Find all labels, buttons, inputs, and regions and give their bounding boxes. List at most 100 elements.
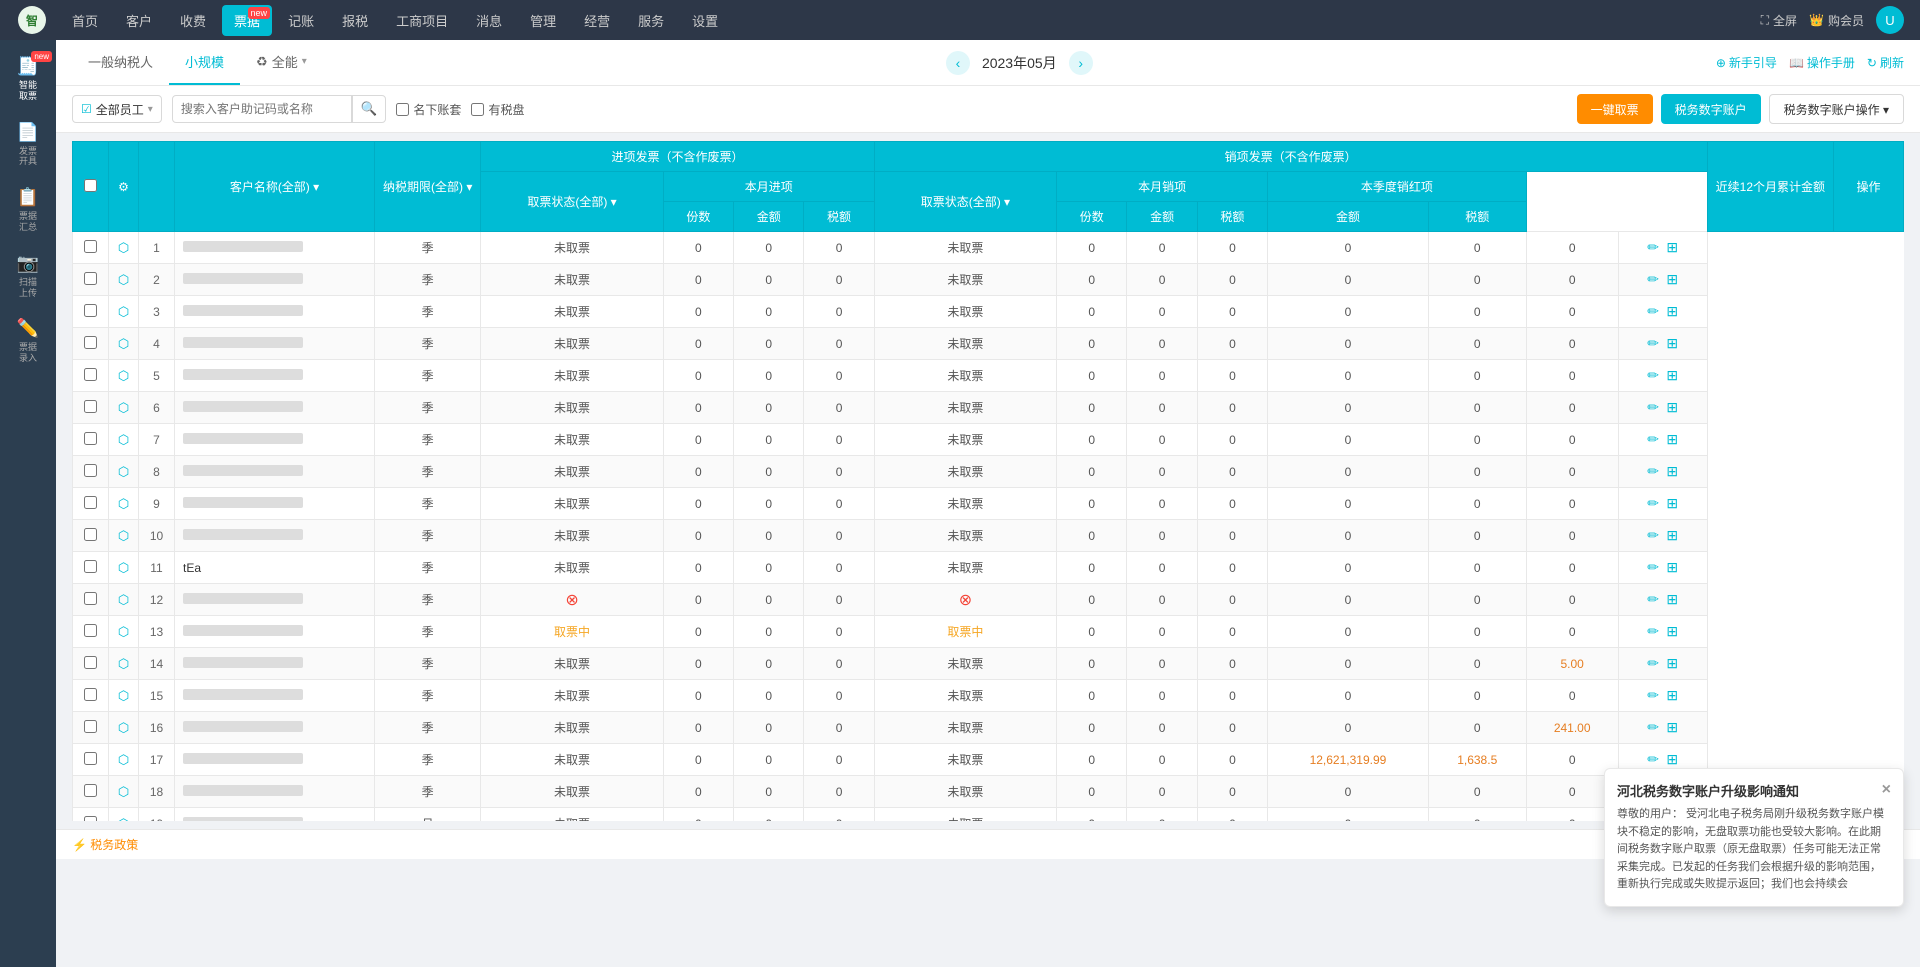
row-edit-button[interactable]: ✏ [1645,685,1661,706]
checkbox-tax[interactable]: 有税盘 [471,101,524,118]
row-expand-button[interactable]: ⬡ [118,336,129,352]
row-checkbox[interactable] [84,240,97,253]
row-checkbox[interactable] [84,752,97,765]
fullscreen-button[interactable]: ⛶ 全屏 [1761,12,1797,29]
row-copy-button[interactable]: ⊞ [1664,429,1680,450]
nav-item-settings[interactable]: 设置 [680,5,730,36]
row-edit-button[interactable]: ✏ [1645,269,1661,290]
row-edit-button[interactable]: ✏ [1645,461,1661,482]
nav-item-home[interactable]: 首页 [60,5,110,36]
row-expand-button[interactable]: ⬡ [118,432,129,448]
avatar[interactable]: U [1876,6,1904,34]
refresh-link[interactable]: ↻ 刷新 [1867,54,1904,71]
row-copy-button[interactable]: ⊞ [1664,525,1680,546]
app-logo[interactable]: 智 [16,4,48,36]
row-expand-button[interactable]: ⬡ [118,496,129,512]
row-copy-button[interactable]: ⊞ [1664,461,1680,482]
digital-ops-button[interactable]: 税务数字账户操作 ▾ [1769,94,1904,124]
row-expand-button[interactable]: ⬡ [118,368,129,384]
nav-item-invoices[interactable]: 票据 new [222,5,272,36]
row-expand-button[interactable]: ⬡ [118,240,129,256]
row-expand-button[interactable]: ⬡ [118,464,129,480]
row-checkbox[interactable] [84,336,97,349]
row-edit-button[interactable]: ✏ [1645,365,1661,386]
row-checkbox[interactable] [84,656,97,669]
nav-item-billing[interactable]: 收费 [168,5,218,36]
row-expand-button[interactable]: ⬡ [118,688,129,704]
th-income-status[interactable]: 取票状态(全部) ▾ [481,172,663,232]
account-checkbox[interactable] [396,103,409,116]
row-copy-button[interactable]: ⊞ [1664,653,1680,674]
row-copy-button[interactable]: ⊞ [1664,557,1680,578]
nav-item-service[interactable]: 服务 [626,5,676,36]
row-edit-button[interactable]: ✏ [1645,301,1661,322]
row-edit-button[interactable]: ✏ [1645,717,1661,738]
row-checkbox[interactable] [84,784,97,797]
row-checkbox[interactable] [84,592,97,605]
select-all-checkbox[interactable] [84,179,97,192]
tab-general-taxpayer[interactable]: 一般纳税人 [72,40,169,85]
th-name[interactable]: 客户名称(全部) ▾ [175,142,375,232]
row-copy-button[interactable]: ⊞ [1664,493,1680,514]
row-edit-button[interactable]: ✏ [1645,525,1661,546]
row-edit-button[interactable]: ✏ [1645,589,1661,610]
row-checkbox[interactable] [84,400,97,413]
row-expand-button[interactable]: ⬡ [118,624,129,640]
row-expand-button[interactable]: ⬡ [118,752,129,768]
row-expand-button[interactable]: ⬡ [118,528,129,544]
one-click-button[interactable]: 一键取票 [1577,94,1653,124]
row-copy-button[interactable]: ⊞ [1664,365,1680,386]
row-edit-button[interactable]: ✏ [1645,557,1661,578]
row-checkbox[interactable] [84,368,97,381]
row-copy-button[interactable]: ⊞ [1664,301,1680,322]
tax-policy-link[interactable]: ⚡ 税务政策 [72,836,138,853]
row-checkbox[interactable] [84,560,97,573]
row-edit-button[interactable]: ✏ [1645,653,1661,674]
row-checkbox[interactable] [84,304,97,317]
row-copy-button[interactable]: ⊞ [1664,397,1680,418]
sidebar-item-ticket-entry[interactable]: ✏️ 票据录入 [0,310,56,372]
row-expand-button[interactable]: ⬡ [118,272,129,288]
search-input[interactable] [172,95,352,123]
row-checkbox[interactable] [84,624,97,637]
nav-item-accounting[interactable]: 记账 [276,5,326,36]
row-checkbox[interactable] [84,272,97,285]
sidebar-item-smart-invoice[interactable]: 🧾 智能取票 new [0,48,56,110]
row-expand-button[interactable]: ⬡ [118,656,129,672]
row-checkbox[interactable] [84,464,97,477]
row-edit-button[interactable]: ✏ [1645,621,1661,642]
row-edit-button[interactable]: ✏ [1645,493,1661,514]
manual-link[interactable]: 📖 操作手册 [1789,54,1855,71]
row-checkbox[interactable] [84,688,97,701]
employee-select[interactable]: ☑ 全部员工 ▾ [72,95,162,123]
row-expand-button[interactable]: ⬡ [118,592,129,608]
checkbox-account[interactable]: 名下账套 [396,101,461,118]
row-expand-button[interactable]: ⬡ [118,784,129,800]
row-edit-button[interactable]: ✏ [1645,397,1661,418]
sidebar-item-scan-upload[interactable]: 📷 扫描上传 [0,245,56,307]
nav-item-tax[interactable]: 报税 [330,5,380,36]
digital-account-button[interactable]: 税务数字账户 [1661,94,1761,124]
row-copy-button[interactable]: ⊞ [1664,333,1680,354]
sidebar-item-invoice-open[interactable]: 📄 发票开具 [0,114,56,176]
row-copy-button[interactable]: ⊞ [1664,621,1680,642]
new-guide-link[interactable]: ⊕ 新手引导 [1716,54,1777,71]
row-copy-button[interactable]: ⊞ [1664,269,1680,290]
row-checkbox[interactable] [84,816,97,822]
nav-item-manage[interactable]: 管理 [518,5,568,36]
row-expand-button[interactable]: ⬡ [118,560,129,576]
th-period[interactable]: 纳税期限(全部) ▾ [375,142,481,232]
row-checkbox[interactable] [84,432,97,445]
sidebar-item-summary[interactable]: 📋 票据汇总 [0,179,56,241]
search-button[interactable]: 🔍 [352,95,387,123]
th-sales-status[interactable]: 取票状态(全部) ▾ [874,172,1056,232]
nav-item-business[interactable]: 工商项目 [384,5,460,36]
row-copy-button[interactable]: ⊞ [1664,749,1680,770]
member-button[interactable]: 👑 购会员 [1809,12,1864,29]
notification-close-button[interactable]: × [1882,781,1891,800]
row-expand-button[interactable]: ⬡ [118,400,129,416]
row-edit-button[interactable]: ✏ [1645,237,1661,258]
tab-small-scale[interactable]: 小规模 [169,40,240,85]
row-edit-button[interactable]: ✏ [1645,429,1661,450]
row-copy-button[interactable]: ⊞ [1664,237,1680,258]
